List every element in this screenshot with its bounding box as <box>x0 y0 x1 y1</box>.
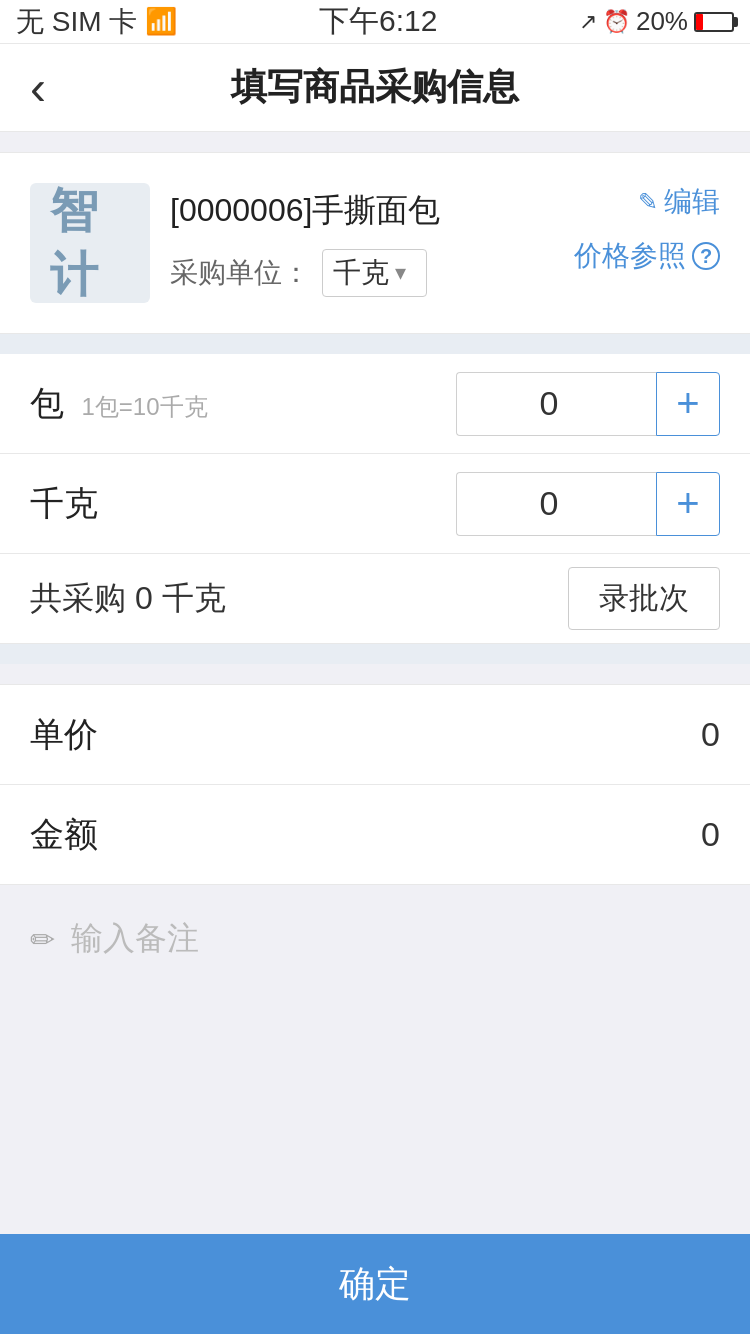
battery-percent: 20% <box>636 6 688 37</box>
location-icon: ↗ <box>579 9 597 35</box>
quantity-row-bao: 包 1包=10千克 + <box>0 354 750 454</box>
summary-text: 共采购 0 千克 <box>30 577 568 621</box>
quantity-label-bao: 包 1包=10千克 <box>30 381 456 427</box>
notes-section[interactable]: ✏ 输入备注 <box>0 887 750 991</box>
confirm-bar[interactable]: 确定 <box>0 1234 750 1334</box>
product-logo: 智计 <box>50 179 130 307</box>
edit-label: 编辑 <box>664 183 720 221</box>
status-right: ↗ ⏰ 20% <box>579 6 734 37</box>
unit-select[interactable]: 千克 ▾ <box>322 249 427 297</box>
confirm-button[interactable]: 确定 <box>339 1260 411 1309</box>
quantity-input-kg[interactable] <box>456 472 656 536</box>
price-row-unit: 单价 0 <box>0 685 750 785</box>
quantity-plus-kg[interactable]: + <box>656 472 720 536</box>
status-time: 下午6:12 <box>319 1 437 42</box>
section-divider-2 <box>0 644 750 664</box>
price-value-unit: 0 <box>701 715 720 754</box>
product-card: 智计 [0000006]手撕面包 采购单位： 千克 ▾ ✎ 编辑 价格参照 ? <box>0 152 750 334</box>
status-bar: 无 SIM 卡 📶 下午6:12 ↗ ⏰ 20% <box>0 0 750 44</box>
product-info: [0000006]手撕面包 采购单位： 千克 ▾ <box>170 189 554 297</box>
clock-icon: ⏰ <box>603 9 630 35</box>
product-unit-row: 采购单位： 千克 ▾ <box>170 249 554 297</box>
quantity-plus-bao[interactable]: + <box>656 372 720 436</box>
quantity-sublabel-bao: 1包=10千克 <box>81 393 207 420</box>
price-label-unit: 单价 <box>30 712 701 758</box>
page-title: 填写商品采购信息 <box>231 63 519 112</box>
summary-row: 共采购 0 千克 录批次 <box>0 554 750 644</box>
sim-text: 无 SIM 卡 <box>16 3 137 41</box>
price-label-amount: 金额 <box>30 812 701 858</box>
price-ref-button[interactable]: 价格参照 ? <box>574 237 720 275</box>
unit-value: 千克 <box>333 254 389 292</box>
nav-bar: ‹ 填写商品采购信息 <box>0 44 750 132</box>
quantity-section: 包 1包=10千克 + 千克 + <box>0 354 750 554</box>
quantity-input-wrapper-bao: + <box>456 372 720 436</box>
unit-label: 采购单位： <box>170 254 310 292</box>
quantity-input-bao[interactable] <box>456 372 656 436</box>
unit-dropdown-arrow: ▾ <box>395 260 406 286</box>
price-ref-icon: ? <box>692 242 720 270</box>
quantity-row-kg: 千克 + <box>0 454 750 554</box>
product-name: [0000006]手撕面包 <box>170 189 554 233</box>
edit-pencil-icon: ✎ <box>638 188 658 216</box>
price-ref-label: 价格参照 <box>574 237 686 275</box>
notes-placeholder: 输入备注 <box>71 917 199 961</box>
pencil-icon: ✏ <box>30 922 55 957</box>
price-row-amount: 金额 0 <box>0 785 750 885</box>
product-actions: ✎ 编辑 价格参照 ? <box>574 183 720 275</box>
status-left: 无 SIM 卡 📶 <box>16 3 177 41</box>
price-section: 单价 0 金额 0 <box>0 684 750 885</box>
section-divider-1 <box>0 334 750 354</box>
price-value-amount: 0 <box>701 815 720 854</box>
edit-button[interactable]: ✎ 编辑 <box>638 183 720 221</box>
quantity-input-wrapper-kg: + <box>456 472 720 536</box>
batch-button[interactable]: 录批次 <box>568 567 720 630</box>
product-image: 智计 <box>30 183 150 303</box>
back-button[interactable]: ‹ <box>30 64 46 112</box>
battery-icon <box>694 12 734 32</box>
quantity-label-kg: 千克 <box>30 481 456 527</box>
wifi-icon: 📶 <box>145 6 177 37</box>
